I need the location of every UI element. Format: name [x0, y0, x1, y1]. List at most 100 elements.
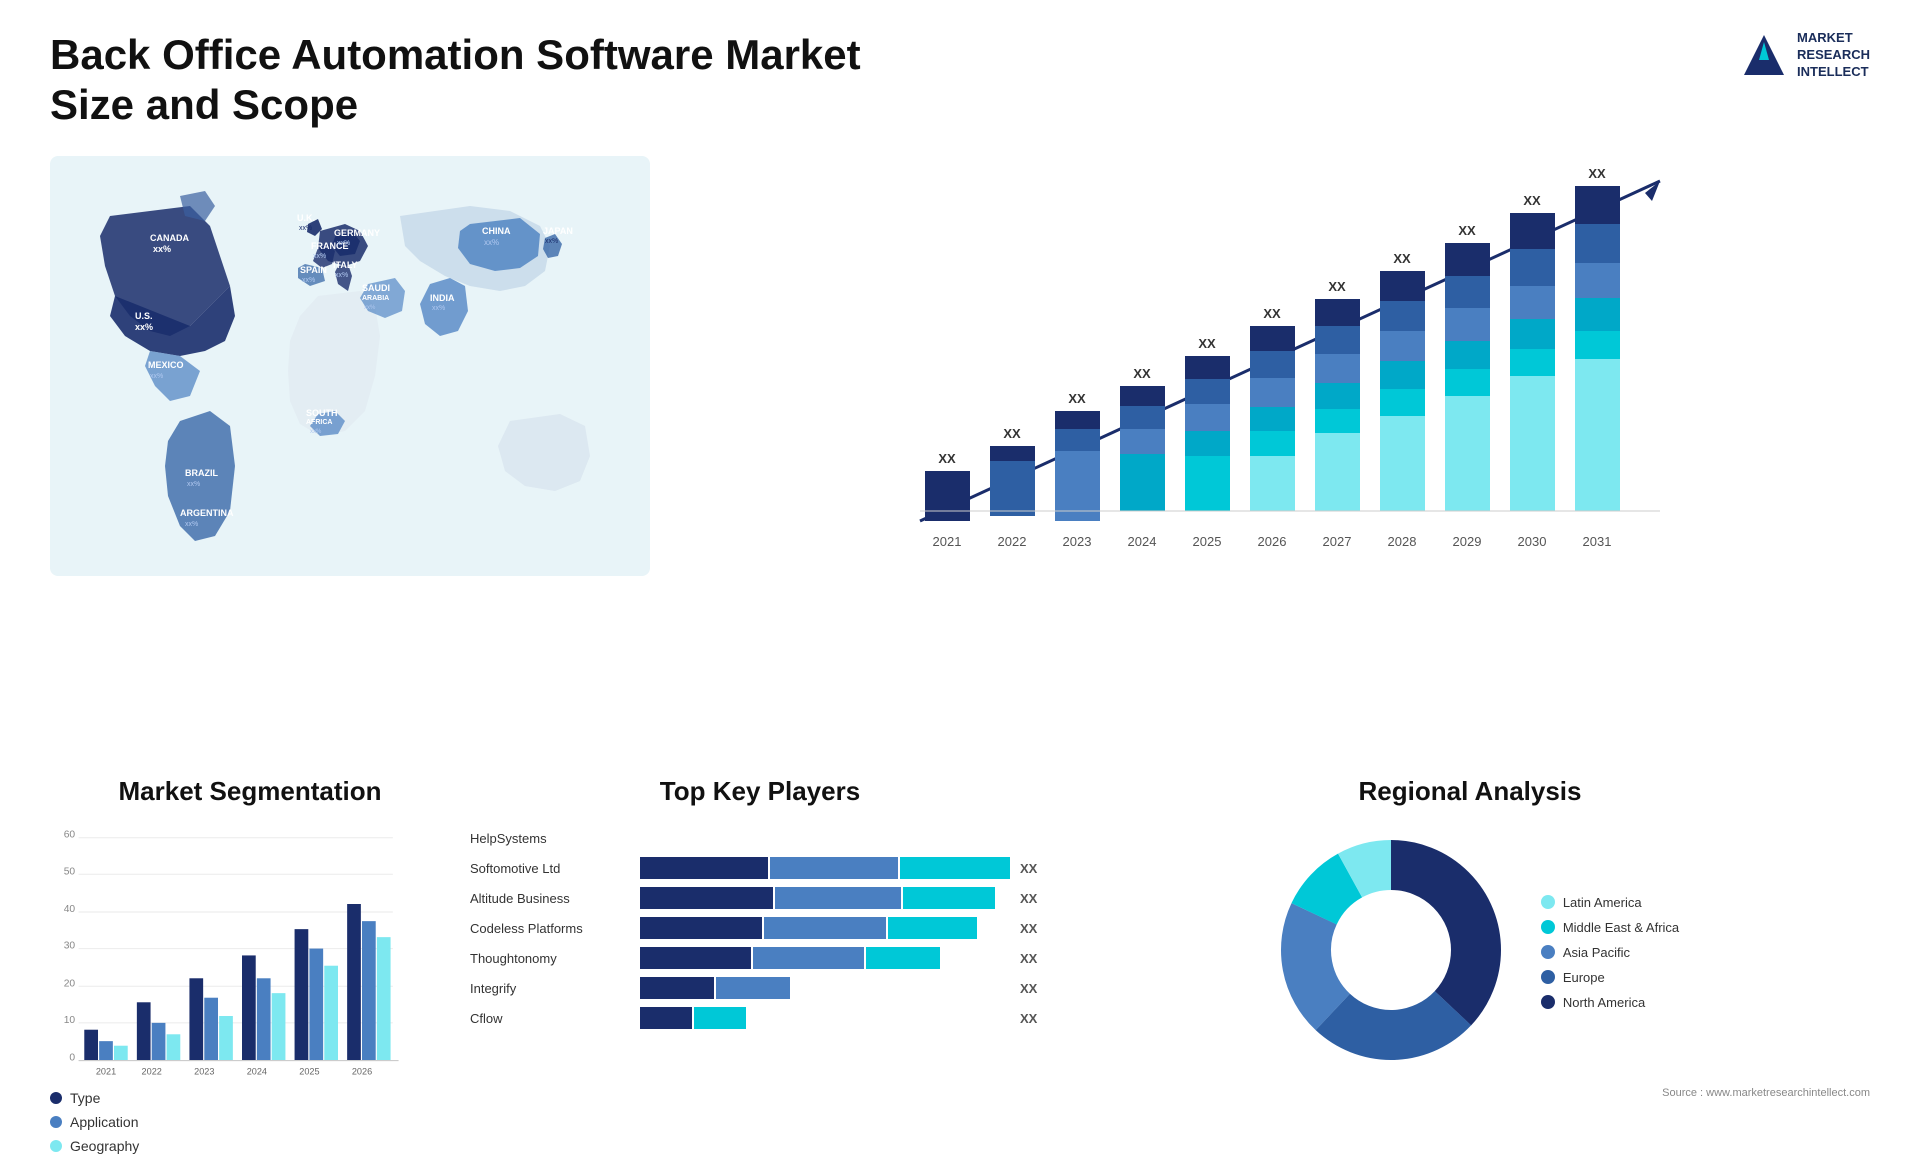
- bar-2026-seg6: [1250, 456, 1295, 511]
- seg-legend-type: Type: [50, 1090, 450, 1106]
- bar-2025-seg5: [1185, 456, 1230, 511]
- svg-text:2021: 2021: [933, 534, 962, 549]
- svg-text:2023: 2023: [194, 1066, 214, 1076]
- china-label: CHINA: [482, 226, 511, 236]
- bar-2024-seg4: [1120, 454, 1165, 511]
- helpsystems-bar: [640, 827, 1010, 849]
- legend-asiapac: Asia Pacific: [1541, 945, 1679, 960]
- france-value: xx%: [313, 253, 326, 260]
- europe-dot: [1541, 970, 1555, 984]
- player-row-cflow: Cflow XX: [470, 1007, 1050, 1029]
- spain-label: SPAIN: [300, 265, 327, 275]
- bar-2022-seg2: [990, 461, 1035, 516]
- bar-chart-svg: XX 2021 XX 2022 XX 2023: [690, 151, 1870, 581]
- svg-text:XX: XX: [1263, 306, 1281, 321]
- softomotive-seg1: [640, 857, 768, 879]
- regional-title: Regional Analysis: [1070, 776, 1870, 807]
- seg-legend-geography: Geography: [50, 1138, 450, 1154]
- india-value: xx%: [432, 305, 445, 312]
- cflow-seg1: [640, 1007, 692, 1029]
- northamerica-dot: [1541, 995, 1555, 1009]
- svg-text:0: 0: [69, 1053, 75, 1064]
- player-row-integrify: Integrify XX: [470, 977, 1050, 999]
- argentina-label: ARGENTINA: [180, 508, 234, 518]
- svg-text:2021: 2021: [96, 1066, 116, 1076]
- seg-chart-svg: 0 10 20 30 40 50 60: [50, 822, 450, 1082]
- map-container: CANADA xx% U.S. xx% MEXICO xx% BRAZIL xx…: [50, 151, 650, 581]
- svg-text:XX: XX: [1393, 251, 1411, 266]
- spain-value: xx%: [302, 277, 315, 284]
- type-label: Type: [70, 1090, 100, 1106]
- svg-text:2031: 2031: [1583, 534, 1612, 549]
- altitude-val: XX: [1020, 891, 1050, 906]
- cflow-bar: [640, 1007, 1010, 1029]
- asiapac-label: Asia Pacific: [1563, 945, 1630, 960]
- svg-text:XX: XX: [1198, 336, 1216, 351]
- player-row-softomotive: Softomotive Ltd XX: [470, 857, 1050, 879]
- china-value: xx%: [484, 238, 499, 247]
- svg-text:2027: 2027: [1323, 534, 1352, 549]
- uk-value: xx%: [299, 225, 312, 232]
- mea-label: Middle East & Africa: [1563, 920, 1679, 935]
- application-dot: [50, 1116, 62, 1128]
- saudi-value: xx%: [364, 305, 376, 311]
- segmentation-section: Market Segmentation 0 10 20 30 40 50 60: [50, 776, 450, 1116]
- integrify-val: XX: [1020, 981, 1050, 996]
- canada-value: xx%: [153, 244, 171, 254]
- codeless-seg2: [764, 917, 886, 939]
- players-title: Top Key Players: [470, 776, 1050, 807]
- svg-text:XX: XX: [1068, 391, 1086, 406]
- player-row-helpsystems: HelpSystems: [470, 827, 1050, 849]
- codeless-seg3: [888, 917, 977, 939]
- donut-chart: [1261, 820, 1521, 1085]
- mexico-value: xx%: [150, 373, 163, 380]
- svg-text:2024: 2024: [1128, 534, 1157, 549]
- japan-label: JAPAN: [543, 226, 573, 236]
- logo-text: MARKET RESEARCH INTELLECT: [1797, 30, 1870, 81]
- cflow-val: XX: [1020, 1011, 1050, 1026]
- geography-dot: [50, 1140, 62, 1152]
- cflow-seg3: [694, 1007, 746, 1029]
- player-row-codeless: Codeless Platforms XX: [470, 917, 1050, 939]
- application-label: Application: [70, 1114, 139, 1130]
- legend-mea: Middle East & Africa: [1541, 920, 1679, 935]
- bar-2028-seg6: [1380, 416, 1425, 511]
- integrify-seg1: [640, 977, 714, 999]
- header: Back Office Automation Software Market S…: [50, 30, 1870, 131]
- softomotive-seg2: [770, 857, 898, 879]
- altitude-seg3: [903, 887, 996, 909]
- asiapac-dot: [1541, 945, 1555, 959]
- latam-dot: [1541, 895, 1555, 909]
- svg-text:2026: 2026: [352, 1066, 372, 1076]
- player-row-altitude: Altitude Business XX: [470, 887, 1050, 909]
- codeless-bar: [640, 917, 1010, 939]
- svg-text:2025: 2025: [1193, 534, 1222, 549]
- integrify-seg2: [716, 977, 790, 999]
- donut-svg: [1261, 820, 1521, 1080]
- seg-legend-application: Application: [50, 1114, 450, 1130]
- italy-label: ITALY: [333, 260, 358, 270]
- southafrica-label: SOUTH: [306, 408, 338, 418]
- seg-chart-container: 0 10 20 30 40 50 60: [50, 822, 450, 1082]
- altitude-seg2: [775, 887, 901, 909]
- page-title: Back Office Automation Software Market S…: [50, 30, 950, 131]
- svg-text:XX: XX: [1133, 366, 1151, 381]
- bar-chart-container: XX 2021 XX 2022 XX 2023: [670, 151, 1870, 581]
- softomotive-seg3: [900, 857, 1010, 879]
- mexico-label: MEXICO: [148, 360, 184, 370]
- integrify-bar: [640, 977, 1010, 999]
- svg-text:2026: 2026: [1258, 534, 1287, 549]
- brazil-value: xx%: [187, 481, 200, 488]
- altitude-name: Altitude Business: [470, 891, 630, 906]
- thoughtonomy-seg2: [753, 947, 864, 969]
- cflow-name: Cflow: [470, 1011, 630, 1026]
- latam-label: Latin America: [1563, 895, 1642, 910]
- svg-text:2028: 2028: [1388, 534, 1417, 549]
- regional-legend: Latin America Middle East & Africa Asia …: [1541, 895, 1679, 1010]
- altitude-seg1: [640, 887, 773, 909]
- thoughtonomy-seg1: [640, 947, 751, 969]
- india-label: INDIA: [430, 293, 455, 303]
- svg-text:2022: 2022: [998, 534, 1027, 549]
- regional-section: Regional Analysis: [1070, 776, 1870, 1116]
- svg-text:30: 30: [64, 941, 76, 952]
